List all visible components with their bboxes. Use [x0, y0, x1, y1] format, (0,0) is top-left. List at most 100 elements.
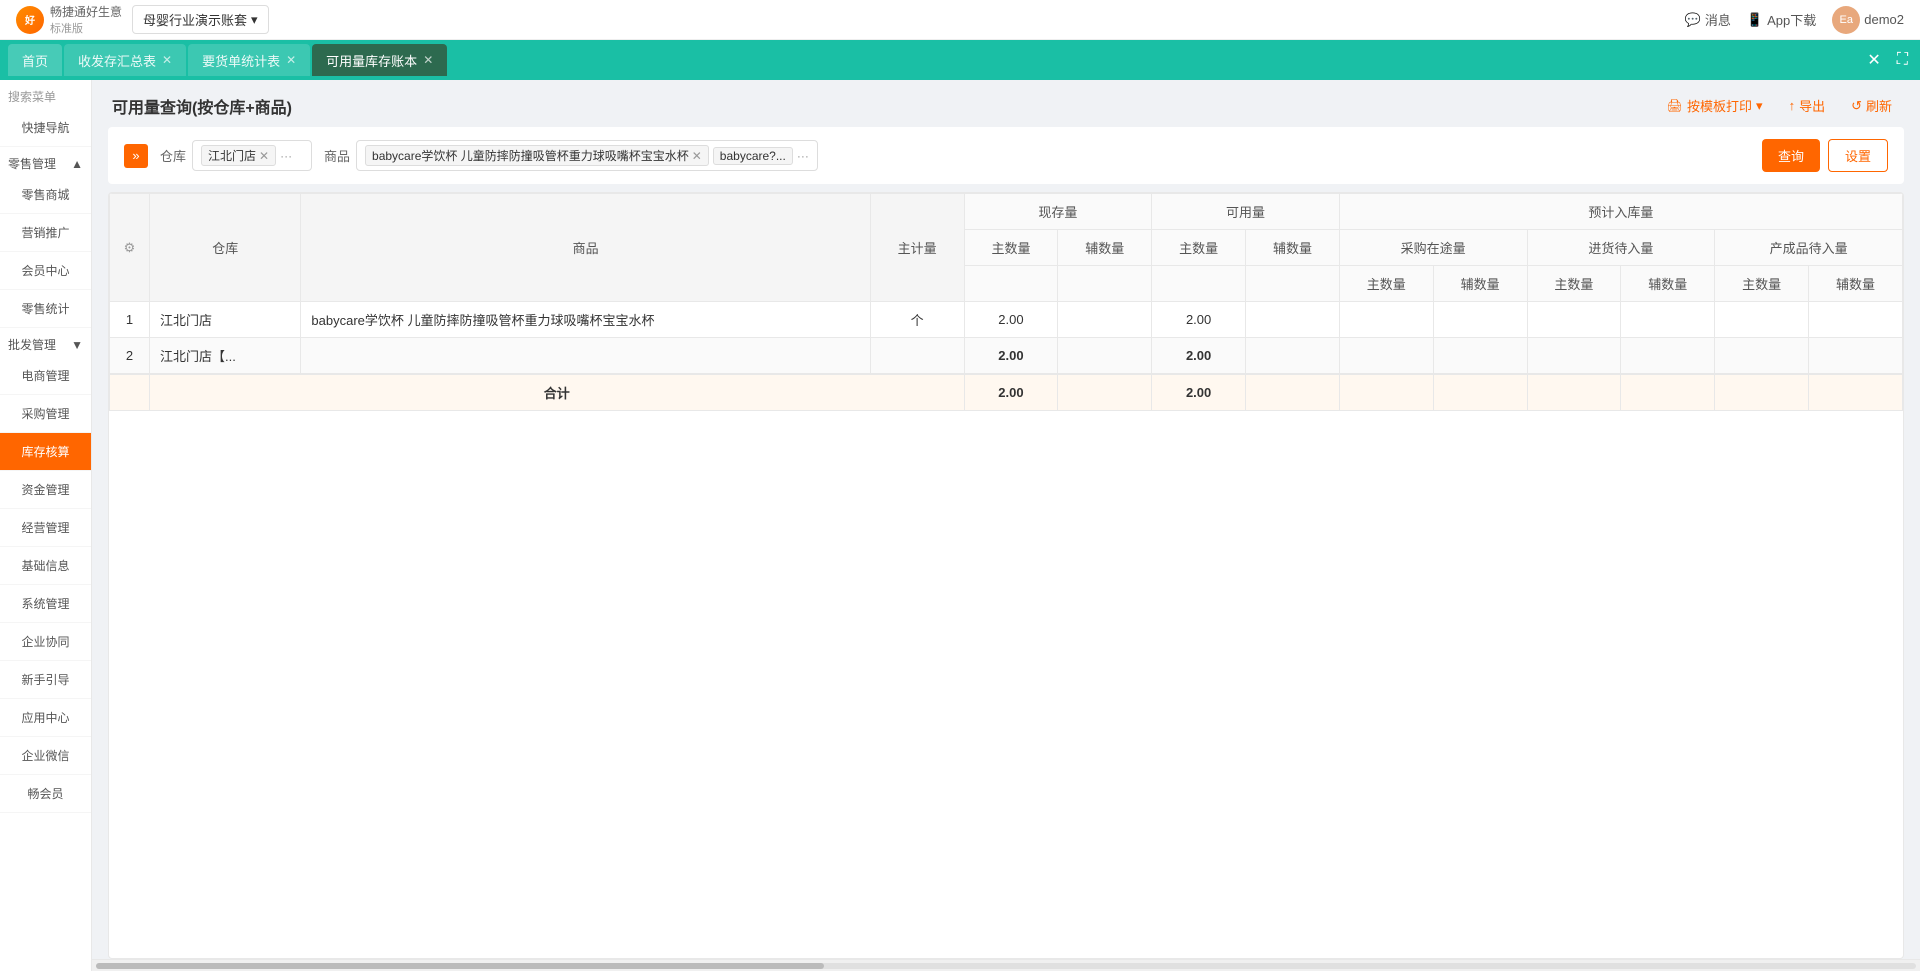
maximize-icon[interactable]: ⛶ — [1893, 47, 1912, 73]
refresh-btn[interactable]: ↺ 刷新 — [1843, 92, 1900, 119]
th-available: 可用量 — [1152, 194, 1340, 230]
row2-current-aux — [1058, 338, 1152, 375]
sidebar-item-membership[interactable]: 会员中心 — [0, 252, 91, 290]
query-btn[interactable]: 查询 — [1762, 139, 1820, 172]
row1-pt-aux — [1433, 302, 1527, 338]
footer-current-total: 2.00 — [964, 374, 1058, 411]
avatar: Ea — [1832, 6, 1860, 34]
footer-fp-aux — [1809, 374, 1903, 411]
warehouse-filter: 仓库 江北门店 ✕ ··· — [160, 140, 312, 171]
nav-tabs-bar: 首页 收发存汇总表 ✕ 要货单统计表 ✕ 可用量库存账本 ✕ ✕ ⛶ — [0, 40, 1920, 80]
phone-icon: 📱 — [1747, 12, 1763, 28]
product-tag-1-text: babycare学饮杯 儿童防摔防撞吸管杯重力球吸嘴杯宝宝水杯 — [372, 147, 689, 164]
sidebar-item-enterprise[interactable]: 企业协同 — [0, 623, 91, 661]
tab-available-stock-close[interactable]: ✕ — [423, 53, 433, 67]
footer-pt-aux — [1433, 374, 1527, 411]
warehouse-more-icon[interactable]: ··· — [280, 149, 292, 163]
warehouse-value-box[interactable]: 江北门店 ✕ ··· — [192, 140, 312, 171]
username: demo2 — [1864, 12, 1904, 27]
product-more-icon[interactable]: ··· — [797, 149, 809, 163]
row2-avail-aux — [1246, 338, 1340, 375]
sidebar-item-basic-info[interactable]: 基础信息 — [0, 547, 91, 585]
tab-order-stats-close[interactable]: ✕ — [286, 53, 296, 67]
top-bar-right: 💬 消息 📱 App下载 Ea demo2 — [1685, 6, 1904, 34]
sidebar-item-ecommerce[interactable]: 电商管理 — [0, 357, 91, 395]
sidebar-item-system[interactable]: 系统管理 — [0, 585, 91, 623]
row2-ip-main — [1527, 338, 1621, 375]
tab-home[interactable]: 首页 — [8, 44, 62, 76]
tab-order-stats[interactable]: 要货单统计表 ✕ — [188, 44, 310, 76]
row2-pt-main — [1339, 338, 1433, 375]
footer-pt-main — [1339, 374, 1433, 411]
sidebar-item-inventory[interactable]: 库存核算 — [0, 433, 91, 471]
table-row: 1 江北门店 babycare学饮杯 儿童防摔防撞吸管杯重力球吸嘴杯宝宝水杯 个… — [110, 302, 1903, 338]
th-ip-main: 主数量 — [1527, 266, 1621, 302]
column-settings-icon[interactable]: ⚙ — [124, 240, 136, 255]
sidebar-item-retail-mall[interactable]: 零售商城 — [0, 176, 91, 214]
tab-available-stock-label: 可用量库存账本 — [326, 51, 417, 70]
footer-avail-total: 2.00 — [1152, 374, 1246, 411]
th-warehouse: 仓库 — [150, 194, 301, 302]
th-current-main: 主数量 — [964, 230, 1058, 266]
th-current-stock: 现存量 — [964, 194, 1152, 230]
row1-product: babycare学饮杯 儿童防摔防撞吸管杯重力球吸嘴杯宝宝水杯 — [301, 302, 870, 338]
search-menu-btn[interactable]: 搜索菜单 — [0, 80, 91, 109]
sidebar-item-membership2[interactable]: 畅会员 — [0, 775, 91, 813]
product-label: 商品 — [324, 146, 350, 165]
tab-available-stock[interactable]: 可用量库存账本 ✕ — [312, 44, 447, 76]
sidebar-item-finance[interactable]: 资金管理 — [0, 471, 91, 509]
filter-expand-btn[interactable]: » — [124, 144, 148, 168]
app-download-btn[interactable]: 📱 App下载 — [1747, 10, 1816, 29]
logo-area: 好 畅捷通好生意 标准版 — [16, 3, 122, 36]
sidebar-retail-label: 零售管理 — [8, 155, 56, 172]
tab-income-summary-close[interactable]: ✕ — [162, 53, 172, 67]
row2-unit — [870, 338, 964, 375]
horizontal-scrollbar[interactable] — [92, 959, 1920, 971]
page-title: 可用量查询(按仓库+商品) — [112, 94, 292, 118]
tab-income-summary[interactable]: 收发存汇总表 ✕ — [64, 44, 186, 76]
row1-index: 1 — [110, 302, 150, 338]
refresh-label: 刷新 — [1866, 96, 1892, 115]
sidebar-item-retail-stats[interactable]: 零售统计 — [0, 290, 91, 328]
row1-warehouse: 江北门店 — [150, 302, 301, 338]
th-purchase-transit: 采购在途量 — [1339, 230, 1527, 266]
logo-text: 畅捷通好生意 — [50, 3, 122, 20]
warehouse-tag-remove[interactable]: ✕ — [259, 149, 269, 163]
product-tag-1-remove[interactable]: ✕ — [692, 149, 702, 163]
sidebar-item-quick-nav[interactable]: 快捷导航 — [0, 109, 91, 147]
sidebar-item-guide[interactable]: 新手引导 — [0, 661, 91, 699]
sidebar-item-wechat[interactable]: 企业微信 — [0, 737, 91, 775]
export-btn[interactable]: ↑ 导出 — [1781, 92, 1834, 119]
sidebar-retail-arrow: ▲ — [71, 157, 83, 171]
sidebar-item-wholesale-mgmt[interactable]: 批发管理 ▼ — [0, 328, 91, 357]
sidebar-item-marketing[interactable]: 营销推广 — [0, 214, 91, 252]
row1-avail-main: 2.00 — [1152, 302, 1246, 338]
sidebar-item-purchase[interactable]: 采购管理 — [0, 395, 91, 433]
top-bar-left: 好 畅捷通好生意 标准版 母婴行业演示账套 ▾ — [16, 3, 269, 36]
filter-area: » 仓库 江北门店 ✕ ··· 商品 babycare学饮杯 儿童防摔防撞吸管杯… — [108, 127, 1904, 184]
logo-text-area: 畅捷通好生意 标准版 — [50, 3, 122, 36]
print-btn[interactable]: 🖨 按模板打印 ▾ — [1659, 92, 1771, 119]
row1-ip-aux — [1621, 302, 1715, 338]
sidebar-wholesale-label: 批发管理 — [8, 336, 56, 353]
sidebar-item-app-center[interactable]: 应用中心 — [0, 699, 91, 737]
sidebar-item-operations[interactable]: 经营管理 — [0, 509, 91, 547]
tenant-selector[interactable]: 母婴行业演示账套 ▾ — [132, 5, 269, 34]
scroll-thumb[interactable] — [96, 963, 824, 969]
row1-ip-main — [1527, 302, 1621, 338]
footer-label: 合计 — [150, 374, 965, 411]
setting-btn[interactable]: 设置 — [1828, 139, 1888, 172]
th-fp-aux: 辅数量 — [1809, 266, 1903, 302]
user-area[interactable]: Ea demo2 — [1832, 6, 1904, 34]
close-all-tabs-icon[interactable]: ✕ — [1863, 46, 1884, 74]
filter-actions: 查询 设置 — [1762, 139, 1888, 172]
message-btn[interactable]: 💬 消息 — [1685, 10, 1731, 29]
page-actions: 🖨 按模板打印 ▾ ↑ 导出 ↺ 刷新 — [1659, 92, 1901, 119]
th-planned-inbound: 预计入库量 — [1339, 194, 1902, 230]
sidebar-item-retail-mgmt[interactable]: 零售管理 ▲ — [0, 147, 91, 176]
product-tag-1: babycare学饮杯 儿童防摔防撞吸管杯重力球吸嘴杯宝宝水杯 ✕ — [365, 145, 709, 166]
logo-sub: 标准版 — [50, 20, 122, 36]
product-value-box[interactable]: babycare学饮杯 儿童防摔防撞吸管杯重力球吸嘴杯宝宝水杯 ✕ babyca… — [356, 140, 818, 171]
content-area: 可用量查询(按仓库+商品) 🖨 按模板打印 ▾ ↑ 导出 ↺ 刷新 — [92, 80, 1920, 971]
tab-home-label: 首页 — [22, 51, 48, 70]
